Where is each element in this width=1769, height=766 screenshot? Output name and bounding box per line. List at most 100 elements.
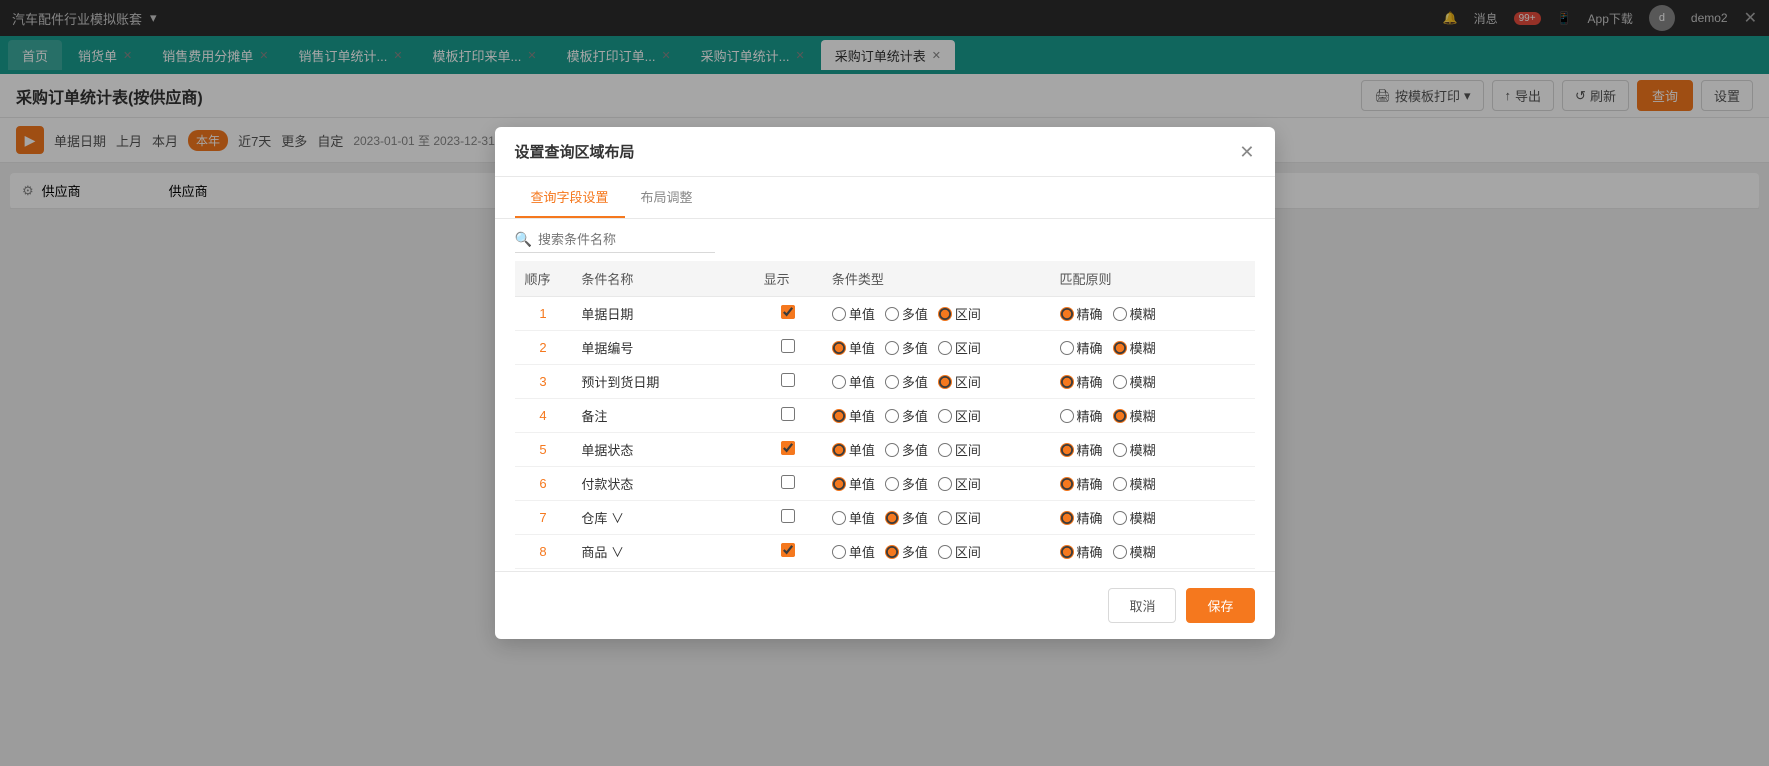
row-type: 单值多值区间	[822, 399, 1050, 433]
type-radio-item[interactable]: 多值	[885, 406, 928, 425]
match-radio-item[interactable]: 模糊	[1113, 406, 1156, 425]
row-name: 付款状态	[571, 467, 753, 501]
table-row: 1单据日期单值多值区间精确模糊	[515, 297, 1255, 331]
row-match: 精确模糊	[1050, 467, 1255, 501]
match-radio-item[interactable]: 模糊	[1113, 304, 1156, 323]
type-radio-item[interactable]: 单值	[832, 542, 875, 561]
match-radio-item[interactable]: 模糊	[1113, 474, 1156, 493]
row-name: 单据日期	[571, 297, 753, 331]
match-radio-item[interactable]: 精确	[1060, 474, 1103, 493]
show-checkbox[interactable]	[781, 543, 795, 557]
show-checkbox[interactable]	[781, 339, 795, 353]
show-checkbox[interactable]	[781, 475, 795, 489]
type-radio-item[interactable]: 区间	[938, 372, 981, 391]
row-name: 仓库 ∨	[571, 501, 753, 535]
match-radio-item[interactable]: 精确	[1060, 372, 1103, 391]
type-radio-item[interactable]: 区间	[938, 406, 981, 425]
type-radio-item[interactable]: 区间	[938, 440, 981, 459]
tab-layout-adjust[interactable]: 布局调整	[625, 177, 709, 218]
row-order: 6	[515, 467, 572, 501]
type-radio-item[interactable]: 多值	[885, 338, 928, 357]
row-type: 单值多值区间	[822, 501, 1050, 535]
conditions-table: 顺序 条件名称 显示 条件类型 匹配原则 1单据日期单值多值区间精确模糊2单据编…	[515, 261, 1255, 571]
row-show	[754, 501, 822, 535]
save-button[interactable]: 保存	[1186, 588, 1254, 623]
row-match: 精确模糊	[1050, 365, 1255, 399]
table-row: 8商品 ∨单值多值区间精确模糊	[515, 535, 1255, 569]
table-row: 5单据状态单值多值区间精确模糊	[515, 433, 1255, 467]
match-radio-item[interactable]: 模糊	[1113, 372, 1156, 391]
show-checkbox[interactable]	[781, 407, 795, 421]
row-name: 商品 ∨	[571, 535, 753, 569]
match-radio-item[interactable]: 模糊	[1113, 542, 1156, 561]
row-type: 单值多值区间	[822, 297, 1050, 331]
type-radio-item[interactable]: 区间	[938, 338, 981, 357]
type-radio-item[interactable]: 单值	[832, 440, 875, 459]
match-radio-item[interactable]: 模糊	[1113, 440, 1156, 459]
type-radio-item[interactable]: 单值	[832, 508, 875, 527]
row-order: 5	[515, 433, 572, 467]
row-match: 精确模糊	[1050, 433, 1255, 467]
row-name: 预计到货日期	[571, 365, 753, 399]
show-checkbox[interactable]	[781, 509, 795, 523]
cancel-button[interactable]: 取消	[1108, 588, 1176, 623]
dialog-tabs: 查询字段设置 布局调整	[495, 177, 1275, 219]
dialog-search: 🔍	[495, 219, 1275, 261]
type-radio-item[interactable]: 多值	[885, 474, 928, 493]
type-radio-item[interactable]: 区间	[938, 508, 981, 527]
row-show	[754, 297, 822, 331]
type-radio-item[interactable]: 多值	[885, 508, 928, 527]
row-order: 1	[515, 297, 572, 331]
dialog-table: 顺序 条件名称 显示 条件类型 匹配原则 1单据日期单值多值区间精确模糊2单据编…	[515, 261, 1255, 571]
dialog-close-button[interactable]: ✕	[1239, 143, 1254, 161]
search-input[interactable]	[538, 232, 715, 247]
match-radio-item[interactable]: 精确	[1060, 406, 1103, 425]
th-name: 条件名称	[571, 261, 753, 297]
match-radio-item[interactable]: 模糊	[1113, 508, 1156, 527]
match-radio-item[interactable]: 精确	[1060, 440, 1103, 459]
row-type: 单值多值区间	[822, 331, 1050, 365]
type-radio-item[interactable]: 区间	[938, 542, 981, 561]
match-radio-item[interactable]: 精确	[1060, 508, 1103, 527]
type-radio-item[interactable]: 单值	[832, 406, 875, 425]
match-radio-item[interactable]: 精确	[1060, 338, 1103, 357]
search-box: 🔍	[515, 231, 715, 253]
type-radio-item[interactable]: 区间	[938, 304, 981, 323]
row-show	[754, 467, 822, 501]
settings-dialog: 设置查询区域布局 ✕ 查询字段设置 布局调整 🔍 顺序 条件名称	[495, 127, 1275, 639]
row-type: 单值多值区间	[822, 433, 1050, 467]
row-match: 精确模糊	[1050, 535, 1255, 569]
type-radio-item[interactable]: 单值	[832, 304, 875, 323]
show-checkbox[interactable]	[781, 441, 795, 455]
row-order: 3	[515, 365, 572, 399]
table-row: 4备注单值多值区间精确模糊	[515, 399, 1255, 433]
match-radio-item[interactable]: 模糊	[1113, 338, 1156, 357]
modal-overlay: 设置查询区域布局 ✕ 查询字段设置 布局调整 🔍 顺序 条件名称	[0, 0, 1769, 766]
dialog-header: 设置查询区域布局 ✕	[495, 127, 1275, 177]
show-checkbox[interactable]	[781, 373, 795, 387]
type-radio-item[interactable]: 多值	[885, 440, 928, 459]
row-type: 单值多值区间	[822, 365, 1050, 399]
th-show: 显示	[754, 261, 822, 297]
th-order: 顺序	[515, 261, 572, 297]
type-radio-item[interactable]: 多值	[885, 372, 928, 391]
match-radio-item[interactable]: 精确	[1060, 304, 1103, 323]
type-radio-item[interactable]: 单值	[832, 474, 875, 493]
show-checkbox[interactable]	[781, 305, 795, 319]
type-radio-item[interactable]: 单值	[832, 372, 875, 391]
row-match: 精确模糊	[1050, 331, 1255, 365]
type-radio-item[interactable]: 区间	[938, 474, 981, 493]
match-radio-item[interactable]: 精确	[1060, 542, 1103, 561]
table-scroll: 顺序 条件名称 显示 条件类型 匹配原则 1单据日期单值多值区间精确模糊2单据编…	[515, 261, 1255, 571]
type-radio-item[interactable]: 单值	[832, 338, 875, 357]
type-radio-item[interactable]: 多值	[885, 542, 928, 561]
dialog-footer: 取消 保存	[495, 571, 1275, 639]
row-type: 单值多值区间	[822, 535, 1050, 569]
row-show	[754, 399, 822, 433]
row-order: 7	[515, 501, 572, 535]
table-row: 6付款状态 单值多值区间 精确模糊	[515, 467, 1255, 501]
row-name: 单据状态	[571, 433, 753, 467]
tab-field-settings[interactable]: 查询字段设置	[515, 177, 625, 218]
type-radio-item[interactable]: 多值	[885, 304, 928, 323]
row-show	[754, 535, 822, 569]
